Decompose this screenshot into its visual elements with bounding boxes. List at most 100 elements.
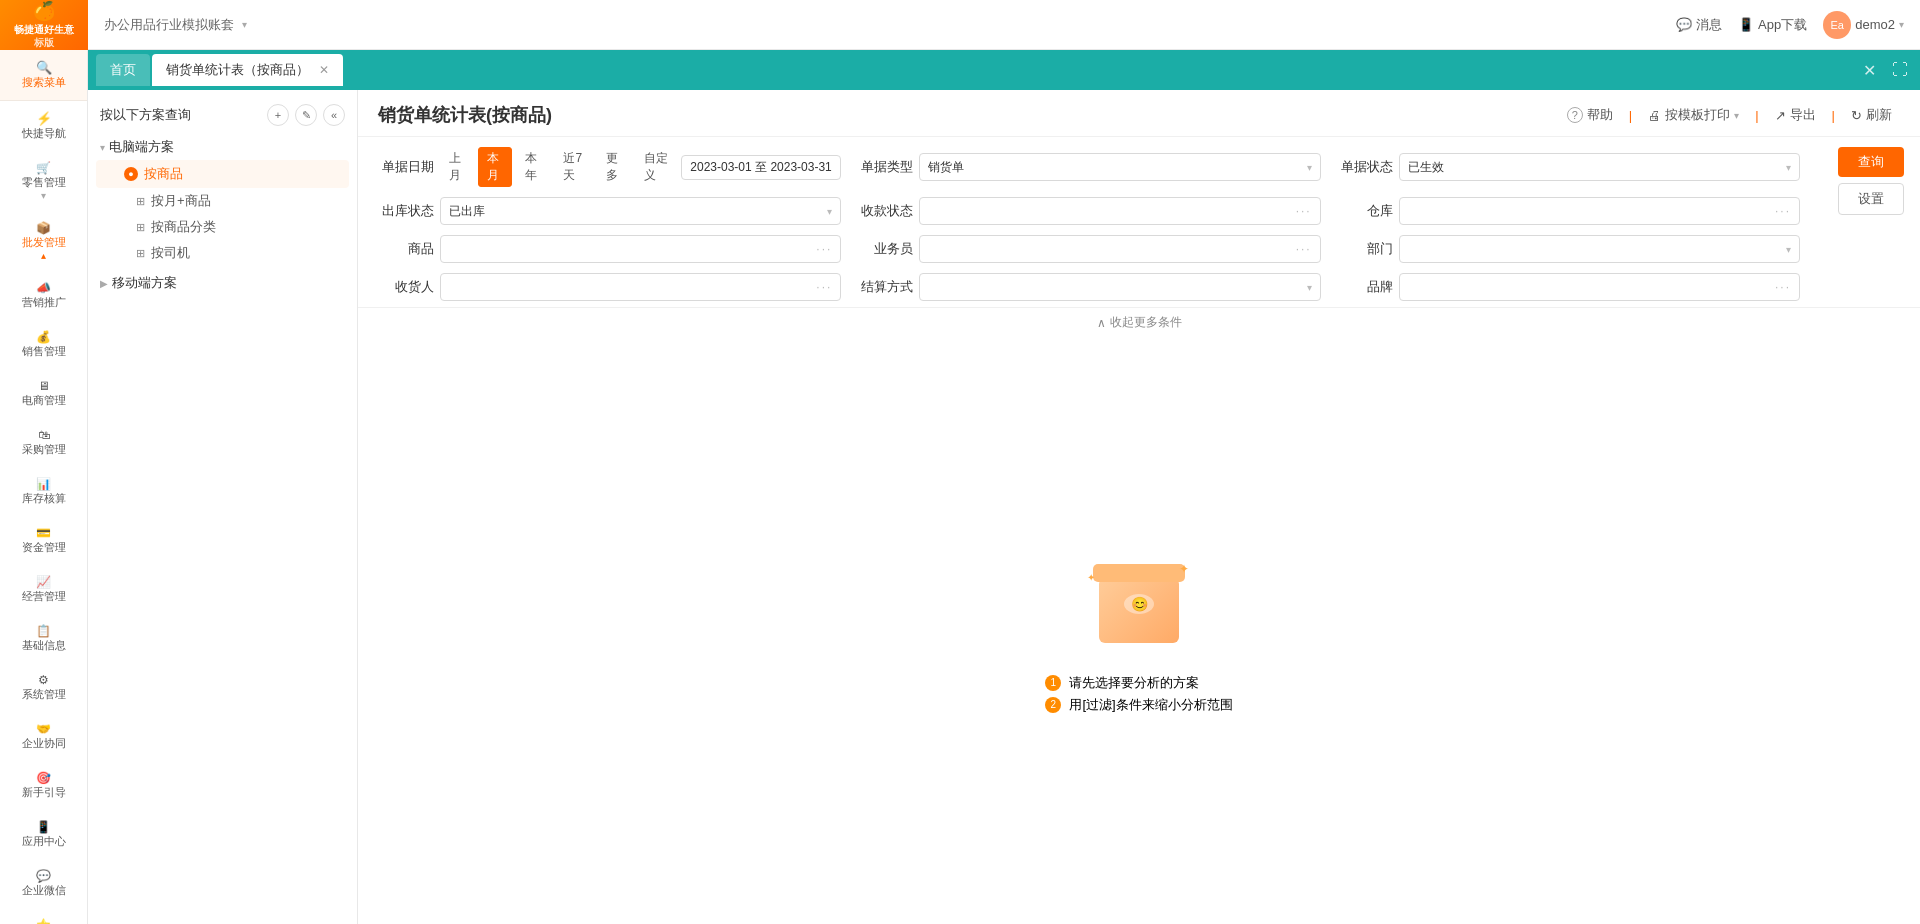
sidebar-item-quicknav[interactable]: ⚡ 快捷导航 (0, 101, 87, 151)
salesperson-label: 业务员 (857, 240, 913, 258)
wholesale-label: 批发管理 (4, 235, 83, 250)
sidebar-item-wechat[interactable]: 💬 企业微信 (0, 859, 87, 908)
payment-status-select[interactable]: ··· (919, 197, 1320, 225)
tip1-text: 请先选择要分析的方案 (1069, 674, 1199, 692)
header-right: 💬 消息 📱 App下载 Ea demo2 ▾ (1676, 11, 1904, 39)
doc-type-select[interactable]: 销货单 ▾ (919, 153, 1320, 181)
collapse-panel-btn[interactable]: « (323, 104, 345, 126)
grid-icon-1: ⊞ (136, 195, 145, 208)
tab-home[interactable]: 首页 (96, 54, 150, 86)
pc-group-header[interactable]: ▾ 电脑端方案 (96, 134, 349, 160)
sidebar-item-search[interactable]: 🔍 搜索菜单 (0, 50, 87, 101)
date-tab-current-month[interactable]: 本月 (478, 147, 512, 187)
scheme-item-by-category[interactable]: ⊞ 按商品分类 (112, 214, 349, 240)
collapse-label: 收起更多条件 (1110, 314, 1182, 331)
sidebar-item-retail[interactable]: 🛒 零售管理 ▾ (0, 151, 87, 211)
collapse-bar[interactable]: ∧ 收起更多条件 (358, 307, 1920, 337)
date-tab-custom[interactable]: 自定义 (635, 147, 677, 187)
salesperson-select[interactable]: ··· (919, 235, 1320, 263)
tab-maximize-icon[interactable]: ⛶ (1888, 57, 1912, 84)
brand-ellipsis-icon: ··· (1775, 280, 1791, 294)
scheme-label-cashier: 按司机 (151, 244, 190, 262)
sidebar-item-cooperation[interactable]: 🤝 企业协同 (0, 712, 87, 761)
sidebar-item-ecommerce[interactable]: 🖥 电商管理 (0, 369, 87, 418)
doc-status-select[interactable]: 已生效 ▾ (1399, 153, 1800, 181)
message-btn[interactable]: 💬 消息 (1676, 16, 1722, 34)
scheme-item-by-product[interactable]: ● 按商品 (96, 160, 349, 188)
ecommerce-label: 电商管理 (4, 393, 83, 408)
refresh-btn[interactable]: ↻ 刷新 (1843, 102, 1900, 128)
edit-scheme-btn[interactable]: ✎ (295, 104, 317, 126)
date-range-value: 2023-03-01 至 2023-03-31 (690, 160, 831, 174)
sidebar-item-basic[interactable]: 📋 基础信息 (0, 614, 87, 663)
date-tab-last-month[interactable]: 上月 (440, 147, 474, 187)
sidebar-item-finance[interactable]: 💳 资金管理 (0, 516, 87, 565)
export-btn[interactable]: ↗ 导出 (1767, 102, 1824, 128)
department-select[interactable]: ▾ (1399, 235, 1800, 263)
sidebar-item-appstore[interactable]: 📱 应用中心 (0, 810, 87, 859)
query-btn[interactable]: 查询 (1838, 147, 1904, 177)
workspace-label: 办公用品行业模拟账套 (104, 16, 234, 34)
add-scheme-btn[interactable]: + (267, 104, 289, 126)
product-select[interactable]: ··· (440, 235, 841, 263)
scheme-item-by-month-product[interactable]: ⊞ 按月+商品 (112, 188, 349, 214)
sidebar: 🍊 畅捷通好生意 标版 🔍 搜索菜单 ⚡ 快捷导航 🛒 零售管理 ▾ 📦 批发管… (0, 0, 88, 924)
stock-status-select[interactable]: 已出库 ▾ (440, 197, 841, 225)
warehouse-ellipsis-icon: ··· (1775, 204, 1791, 218)
left-panel-title: 按以下方案查询 (100, 106, 191, 124)
print-icon: 🖨 (1648, 108, 1661, 123)
top-header: 办公用品行业模拟账套 ▾ 💬 消息 📱 App下载 Ea demo2 ▾ (88, 0, 1920, 50)
sidebar-item-member[interactable]: ⭐ 畅会员 (0, 908, 87, 924)
print-chevron-icon: ▾ (1734, 110, 1739, 121)
sidebar-item-inventory[interactable]: 📊 库存核算 (0, 467, 87, 516)
warehouse-select[interactable]: ··· (1399, 197, 1800, 225)
settings-btn[interactable]: 设置 (1838, 183, 1904, 215)
sales-stat-tab-label: 销货单统计表（按商品） (166, 61, 309, 79)
sparkle-2: ✦ (1087, 572, 1095, 583)
purchase-icon: 🛍 (4, 428, 83, 442)
date-tab-more[interactable]: 更多 (597, 147, 631, 187)
sidebar-item-guide[interactable]: 🎯 新手引导 (0, 761, 87, 810)
filter-salesperson: 业务员 ··· (841, 235, 1320, 263)
download-btn[interactable]: 📱 App下载 (1738, 16, 1807, 34)
message-icon: 💬 (1676, 17, 1692, 32)
sidebar-item-system[interactable]: ⚙ 系统管理 (0, 663, 87, 712)
empty-state: 😊 ✦ ✦ 1 请先选择要分析的方案 2 用[过滤]条件来缩小分析范围 (358, 341, 1920, 924)
chevron-up-icon: ▴ (4, 250, 83, 261)
message-label: 消息 (1696, 16, 1722, 34)
mobile-group-header[interactable]: ▶ 移动端方案 (96, 270, 349, 296)
workspace-selector[interactable]: 办公用品行业模拟账套 ▾ (104, 16, 247, 34)
date-range-input[interactable]: 2023-03-01 至 2023-03-31 (681, 155, 841, 180)
settlement-select[interactable]: ▾ (919, 273, 1320, 301)
guide-label: 新手引导 (4, 785, 83, 800)
left-panel-actions: + ✎ « (267, 104, 345, 126)
date-tab-current-year[interactable]: 本年 (516, 147, 550, 187)
filter-row-4: 收货人 ··· 结算方式 ▾ (378, 273, 1800, 301)
tab-sales-stat[interactable]: 销货单统计表（按商品） ✕ (152, 54, 343, 86)
tab-close-icon[interactable]: ✕ (319, 63, 329, 77)
left-panel: 按以下方案查询 + ✎ « ▾ 电脑端方案 (88, 90, 358, 924)
scheme-label-category: 按商品分类 (151, 218, 216, 236)
cooperation-label: 企业协同 (4, 736, 83, 751)
help-icon: ? (1567, 107, 1583, 123)
brand-select[interactable]: ··· (1399, 273, 1800, 301)
date-tab-7days[interactable]: 近7天 (554, 147, 593, 187)
filter-row-3: 商品 ··· 业务员 ··· (378, 235, 1800, 263)
help-btn[interactable]: ? 帮助 (1559, 102, 1621, 128)
date-control: 上月 本月 本年 近7天 更多 自定义 2023-03-01 至 2023-03… (440, 147, 841, 187)
sidebar-item-wholesale[interactable]: 📦 批发管理 ▴ (0, 211, 87, 271)
quicknav-icon: ⚡ (4, 111, 83, 126)
sidebar-item-marketing[interactable]: 📣 营销推广 (0, 271, 87, 320)
main-area: 办公用品行业模拟账套 ▾ 💬 消息 📱 App下载 Ea demo2 ▾ 首页 … (88, 0, 1920, 924)
template-print-btn[interactable]: 🖨 按模板打印 ▾ (1640, 102, 1747, 128)
scheme-item-by-cashier[interactable]: ⊞ 按司机 (112, 240, 349, 266)
user-menu[interactable]: Ea demo2 ▾ (1823, 11, 1904, 39)
logo-icon: 🍊 (33, 0, 55, 22)
receiver-select[interactable]: ··· (440, 273, 841, 301)
mobile-group-label: 移动端方案 (112, 274, 177, 292)
sidebar-item-purchase[interactable]: 🛍 采购管理 (0, 418, 87, 467)
sidebar-item-operation[interactable]: 📈 经营管理 (0, 565, 87, 614)
tab-close-window-icon[interactable]: ✕ (1859, 57, 1880, 84)
sidebar-item-sales[interactable]: 💰 销售管理 (0, 320, 87, 369)
sparkle-1: ✦ (1179, 562, 1189, 576)
